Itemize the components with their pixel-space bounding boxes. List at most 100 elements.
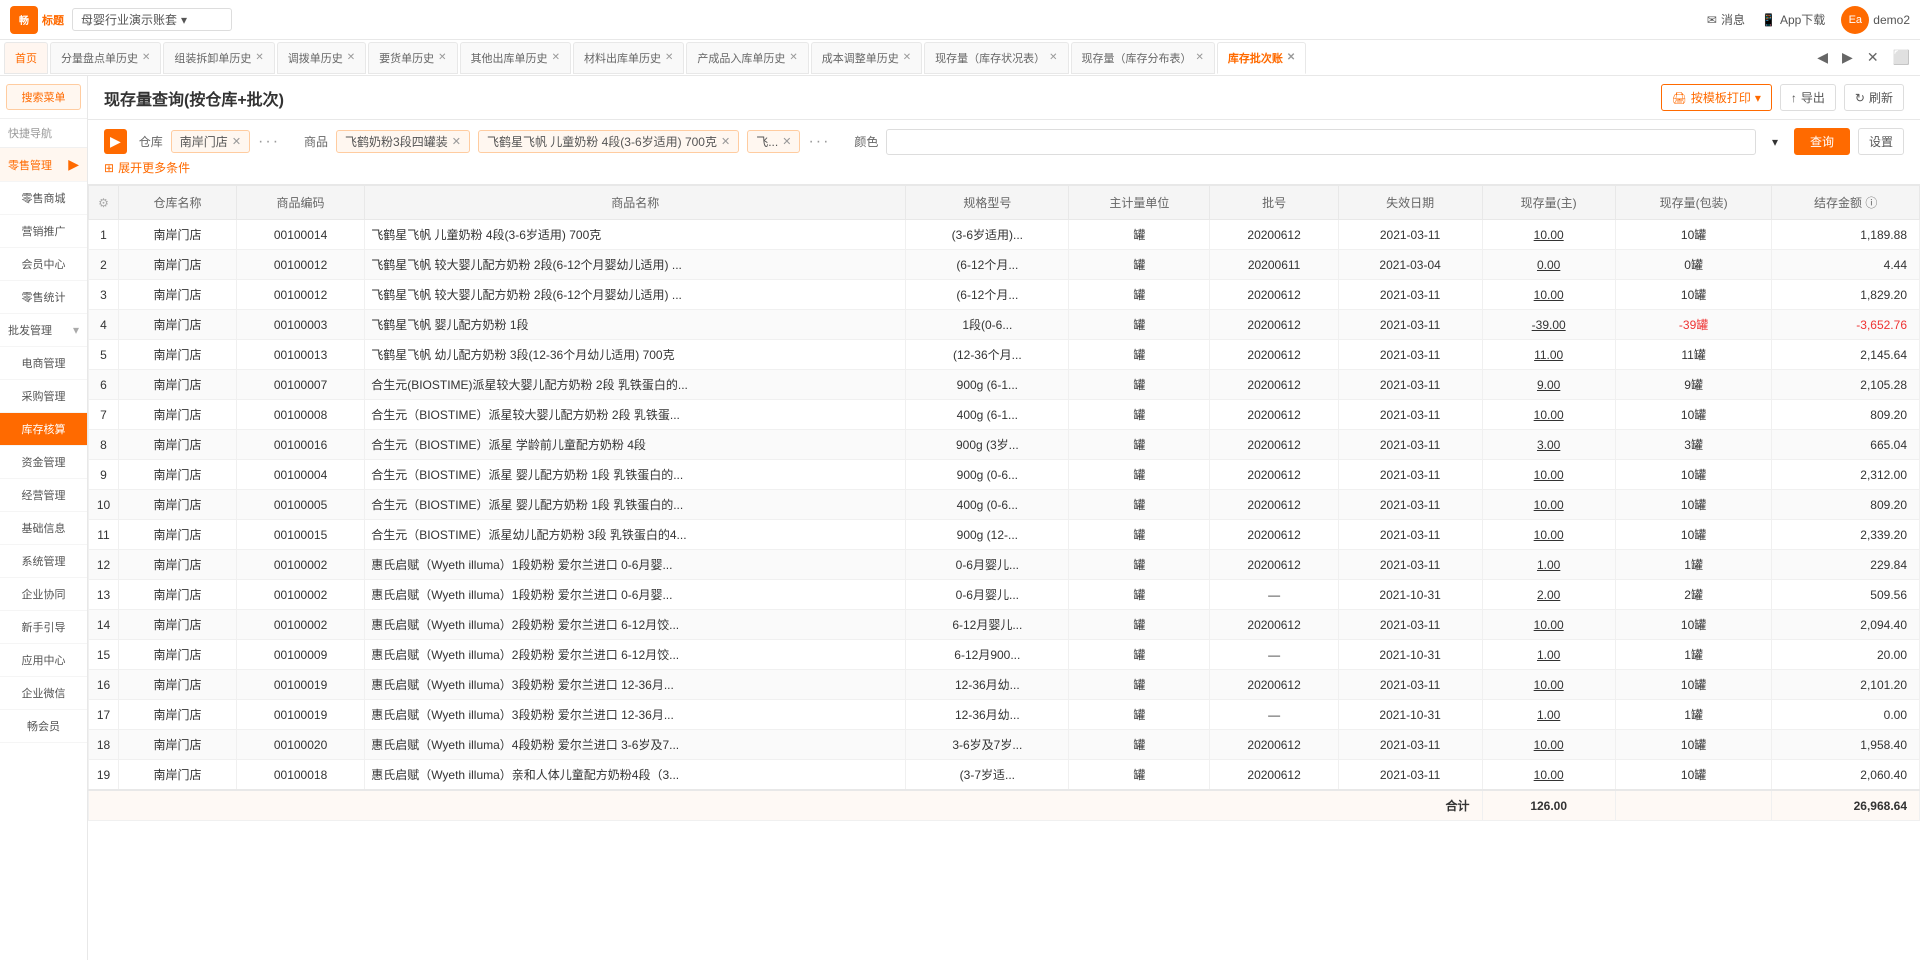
sidebar-item-marketing[interactable]: 营销推广 (0, 215, 87, 248)
product-tag2-close[interactable]: ✕ (721, 135, 730, 148)
color-filter-input[interactable] (886, 129, 1756, 155)
sidebar-item-ecom[interactable]: 电商管理 (0, 347, 87, 380)
sidebar-item-inventory[interactable]: 库存核算 (0, 413, 87, 446)
tab-zuzhuan[interactable]: 组装拆卸单历史 ✕ (163, 42, 274, 74)
tab-yaohuo-close[interactable]: ✕ (438, 52, 446, 63)
sidebar-item-retail[interactable]: 零售管理 ▶ (0, 148, 87, 182)
tab-zuzhuan-close[interactable]: ✕ (255, 52, 263, 63)
sidebar-item-basic[interactable]: 基础信息 (0, 512, 87, 545)
cell-qty-main[interactable]: 9.00 (1482, 370, 1615, 400)
sidebar-item-guide[interactable]: 新手引导 (0, 611, 87, 644)
sidebar-item-finance[interactable]: 资金管理 (0, 446, 87, 479)
sidebar-item-mall[interactable]: 零售商城 (0, 182, 87, 215)
cell-qty-main[interactable]: 10.00 (1482, 490, 1615, 520)
sidebar-item-apps[interactable]: 应用中心 (0, 644, 87, 677)
product-tag3-close[interactable]: ✕ (782, 135, 791, 148)
expand-more-row: ⊞ 展开更多条件 (104, 159, 1904, 176)
cell-qty-main[interactable]: 3.00 (1482, 430, 1615, 460)
app-download-button[interactable]: 📱 App下载 (1761, 11, 1825, 28)
cell-unit: 罐 (1069, 670, 1210, 700)
cell-warehouse: 南岸门店 (119, 700, 237, 730)
warehouse-filter-tag[interactable]: 南岸门店 ✕ (171, 130, 250, 153)
cell-code: 00100008 (236, 400, 364, 430)
tab-next-button[interactable]: ▶ (1836, 49, 1859, 66)
cell-qty-main[interactable]: 1.00 (1482, 640, 1615, 670)
cell-qty-main[interactable]: 10.00 (1482, 400, 1615, 430)
tab-diaobo[interactable]: 调拨单历史 ✕ (277, 42, 366, 74)
tab-xiancun1[interactable]: 现存量（库存状况表） ✕ (924, 42, 1068, 74)
tab-fenpan-close[interactable]: ✕ (142, 52, 150, 63)
sidebar-item-wholesale[interactable]: 批发管理 ▾ (0, 314, 87, 347)
tab-home[interactable]: 首页 (4, 42, 48, 74)
cell-qty-main[interactable]: 10.00 (1482, 730, 1615, 760)
sidebar-item-member2[interactable]: 畅会员 (0, 710, 87, 743)
cell-no: 16 (89, 670, 119, 700)
tab-xiancun2-close[interactable]: ✕ (1196, 52, 1204, 63)
sidebar-item-wechat[interactable]: 企业微信 (0, 677, 87, 710)
warehouse-filter-more[interactable]: ··· (258, 133, 280, 151)
search-menu-button[interactable]: 搜索菜单 (6, 84, 81, 110)
filter-expand-btn[interactable]: ▶ (104, 129, 127, 154)
cell-qty-main[interactable]: 10.00 (1482, 460, 1615, 490)
sidebar-item-member[interactable]: 会员中心 (0, 248, 87, 281)
refresh-button[interactable]: ↻ 刷新 (1844, 84, 1904, 111)
tab-xiancun1-close[interactable]: ✕ (1049, 52, 1057, 63)
tab-chengben-close[interactable]: ✕ (903, 52, 911, 63)
message-button[interactable]: ✉ 消息 (1707, 11, 1745, 28)
cell-qty-main[interactable]: 10.00 (1482, 280, 1615, 310)
cell-qty-main[interactable]: 10.00 (1482, 220, 1615, 250)
cell-qty-main[interactable]: -39.00 (1482, 310, 1615, 340)
cell-qty-main[interactable]: 10.00 (1482, 670, 1615, 700)
top-bar: 畅 标题 母婴行业演示账套 ▾ ✉ 消息 📱 App下载 Ea demo2 (0, 0, 1920, 40)
print-button[interactable]: 🖨 按模板打印 ▾ (1661, 84, 1772, 111)
tab-close-all-button[interactable]: ✕ (1861, 49, 1885, 66)
tab-maximize-button[interactable]: ⬜ (1887, 49, 1916, 66)
sidebar-item-ops[interactable]: 经营管理 (0, 479, 87, 512)
tab-xiancun2[interactable]: 现存量（库存分布表） ✕ (1071, 42, 1215, 74)
cell-qty-main[interactable]: 0.00 (1482, 250, 1615, 280)
cell-qty-pkg: 10罐 (1615, 520, 1772, 550)
product-filter-tag3[interactable]: 飞... ✕ (747, 130, 800, 153)
query-button[interactable]: 查询 (1794, 128, 1850, 155)
tab-cailiao-close[interactable]: ✕ (665, 52, 673, 63)
product-tag1-close[interactable]: ✕ (452, 135, 461, 148)
gear-icon[interactable]: ⚙ (98, 196, 109, 210)
tab-yaohuo[interactable]: 要货单历史 ✕ (368, 42, 457, 74)
tab-diaobo-close[interactable]: ✕ (347, 52, 355, 63)
product-filter-tag1[interactable]: 飞鹤奶粉3段四罐装 ✕ (336, 130, 470, 153)
tab-prev-button[interactable]: ◀ (1811, 49, 1834, 66)
export-button[interactable]: ↑ 导出 (1780, 84, 1836, 111)
cell-qty-main[interactable]: 10.00 (1482, 610, 1615, 640)
tab-cailiao[interactable]: 材料出库单历史 ✕ (573, 42, 684, 74)
cell-qty-main[interactable]: 10.00 (1482, 520, 1615, 550)
tab-chanpin[interactable]: 产成品入库单历史 ✕ (686, 42, 808, 74)
sidebar-item-system[interactable]: 系统管理 (0, 545, 87, 578)
sidebar-item-purchase[interactable]: 采购管理 (0, 380, 87, 413)
cell-code: 00100005 (236, 490, 364, 520)
table-wrapper: ⚙ 仓库名称 商品编码 商品名称 规格型号 主计量单位 批号 失效日期 现存量(… (88, 185, 1920, 960)
user-profile[interactable]: Ea demo2 (1841, 6, 1910, 34)
cell-batch: 20200612 (1210, 610, 1338, 640)
tab-qita[interactable]: 其他出库单历史 ✕ (460, 42, 571, 74)
expand-more-button[interactable]: ⊞ 展开更多条件 (104, 159, 1904, 176)
cell-qty-main[interactable]: 10.00 (1482, 760, 1615, 791)
org-selector[interactable]: 母婴行业演示账套 ▾ (72, 8, 232, 31)
tab-chengben[interactable]: 成本调整单历史 ✕ (811, 42, 922, 74)
tab-chanpin-close[interactable]: ✕ (789, 52, 797, 63)
cell-qty-main[interactable]: 11.00 (1482, 340, 1615, 370)
product-filter-more[interactable]: ··· (808, 133, 830, 151)
sidebar-item-stats[interactable]: 零售统计 (0, 281, 87, 314)
tab-kucun[interactable]: 库存批次账 ✕ (1217, 42, 1306, 74)
tab-kucun-close[interactable]: ✕ (1287, 52, 1295, 63)
tab-qita-close[interactable]: ✕ (552, 52, 560, 63)
warehouse-tag-close[interactable]: ✕ (232, 135, 241, 148)
tab-fenpan[interactable]: 分量盘点单历史 ✕ (50, 42, 161, 74)
product-filter-tag2[interactable]: 飞鹤星飞帆 儿童奶粉 4段(3-6岁适用) 700克 ✕ (478, 130, 739, 153)
message-icon: ✉ (1707, 13, 1717, 27)
cell-qty-main[interactable]: 1.00 (1482, 550, 1615, 580)
settings-button[interactable]: 设置 (1858, 128, 1904, 155)
cell-qty-main[interactable]: 1.00 (1482, 700, 1615, 730)
cell-qty-main[interactable]: 2.00 (1482, 580, 1615, 610)
sidebar-item-collab[interactable]: 企业协同 (0, 578, 87, 611)
table-row: 7 南岸门店 00100008 合生元（BIOSTIME）派星较大婴儿配方奶粉 … (89, 400, 1920, 430)
